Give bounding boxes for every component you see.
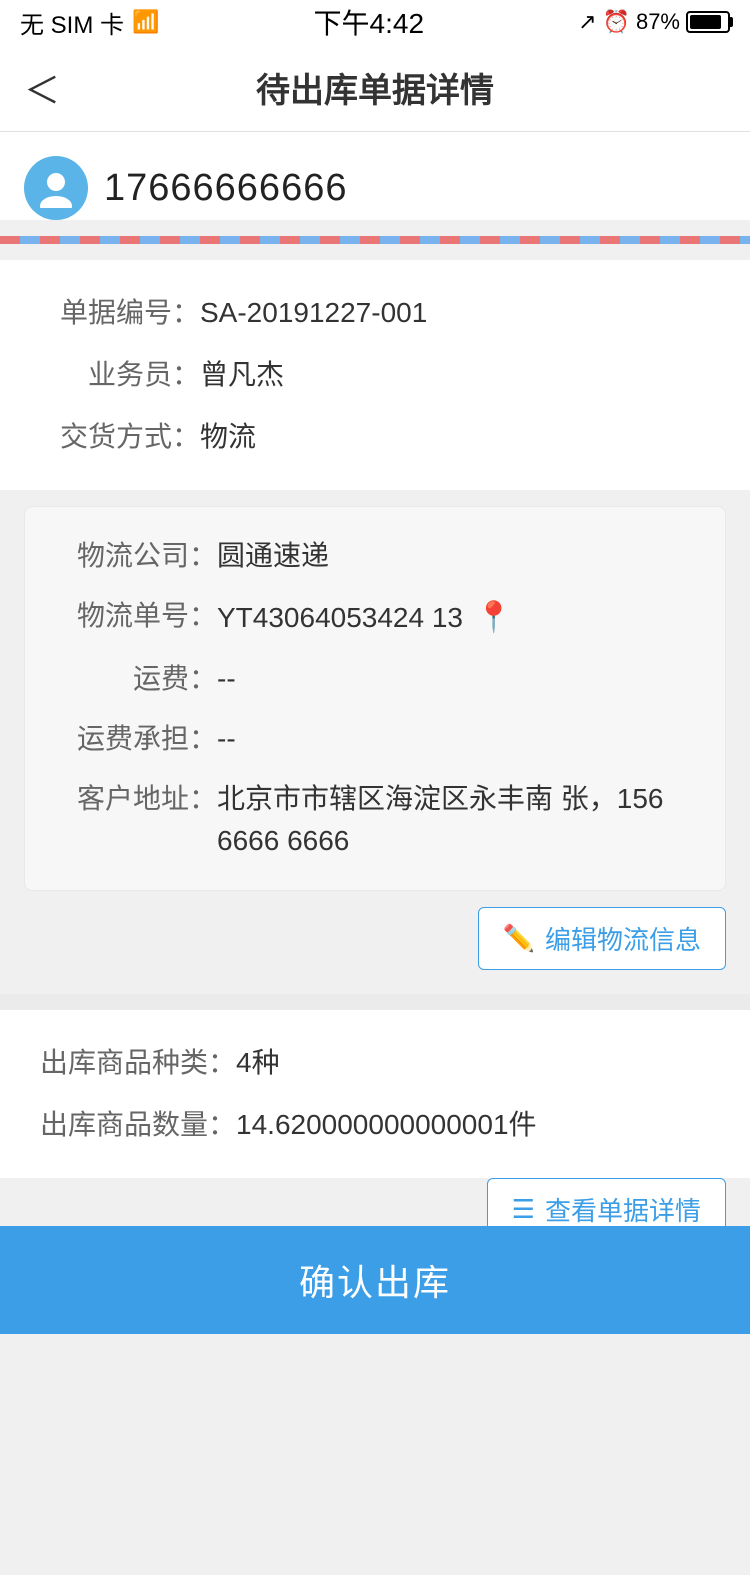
carrier-label: 无 SIM 卡 bbox=[20, 5, 124, 40]
confirm-btn-wrap[interactable]: 确认出库 bbox=[0, 1226, 750, 1334]
order-no-row: 单据编号： SA-20191227-001 bbox=[40, 292, 710, 334]
battery-fill bbox=[690, 15, 721, 29]
salesman-row: 业务员： 曾凡杰 bbox=[40, 354, 710, 396]
alarm-icon: ⏰ bbox=[603, 9, 630, 35]
edit-logistics-button[interactable]: ✏️ 编辑物流信息 bbox=[478, 907, 726, 970]
logistics-freight-row: 运费： -- bbox=[57, 658, 693, 700]
main-content: 17666666666 单据编号： SA-20191227-001 业务员： 曾… bbox=[0, 132, 750, 1575]
edit-logistics-btn-wrap: ✏️ 编辑物流信息 bbox=[0, 907, 750, 994]
delivery-value: 物流 bbox=[200, 416, 710, 458]
time-label: 下午4:42 bbox=[314, 2, 425, 42]
product-type-value: 4种 bbox=[236, 1042, 710, 1084]
logistics-freight-bearer-row: 运费承担： -- bbox=[57, 718, 693, 760]
tracking-number: YT43064053424 13 bbox=[217, 597, 463, 639]
section-divider-1 bbox=[0, 994, 750, 1010]
logistics-address-value: 北京市市辖区海淀区永丰南 张，156 6666 6666 bbox=[217, 778, 693, 862]
logistics-tracking-label: 物流单号： bbox=[57, 595, 217, 637]
avatar bbox=[24, 156, 88, 220]
battery-percent: 87% bbox=[636, 9, 680, 35]
logistics-company-value: 圆通速递 bbox=[217, 535, 693, 577]
delivery-label: 交货方式： bbox=[40, 416, 200, 458]
nav-bar: ＜ 待出库单据详情 bbox=[0, 44, 750, 132]
logistics-company-row: 物流公司： 圆通速递 bbox=[57, 535, 693, 577]
logistics-address-label: 客户地址： bbox=[57, 778, 217, 820]
map-pin-icon[interactable]: 📍 bbox=[475, 595, 512, 640]
product-section: 出库商品种类： 4种 出库商品数量： 14.620000000000001件 bbox=[0, 1010, 750, 1178]
confirm-btn-text: 确认出库 bbox=[299, 1254, 451, 1306]
basic-info-section: 单据编号： SA-20191227-001 业务员： 曾凡杰 交货方式： 物流 bbox=[0, 260, 750, 490]
logistics-address-row: 客户地址： 北京市市辖区海淀区永丰南 张，156 6666 6666 bbox=[57, 778, 693, 862]
status-bar: 无 SIM 卡 📶 下午4:42 ↗ ⏰ 87% bbox=[0, 0, 750, 44]
order-no-label: 单据编号： bbox=[40, 292, 200, 334]
logistics-freight-bearer-value: -- bbox=[217, 718, 693, 760]
wifi-icon: 📶 bbox=[132, 9, 159, 35]
customer-phone: 17666666666 bbox=[104, 167, 347, 210]
status-right: ↗ ⏰ 87% bbox=[578, 9, 730, 35]
location-status-icon: ↗ bbox=[578, 9, 596, 35]
logistics-freight-label: 运费： bbox=[57, 658, 217, 700]
page-title: 待出库单据详情 bbox=[256, 63, 494, 112]
status-left: 无 SIM 卡 📶 bbox=[20, 5, 159, 40]
salesman-value: 曾凡杰 bbox=[200, 354, 710, 396]
logistics-tracking-value: YT43064053424 13 📍 bbox=[217, 595, 693, 640]
salesman-label: 业务员： bbox=[40, 354, 200, 396]
product-quantity-row: 出库商品数量： 14.620000000000001件 bbox=[40, 1104, 710, 1146]
edit-logistics-label: 编辑物流信息 bbox=[545, 920, 701, 957]
user-icon bbox=[36, 168, 76, 208]
product-quantity-value: 14.620000000000001件 bbox=[236, 1104, 710, 1146]
logistics-freight-bearer-label: 运费承担： bbox=[57, 718, 217, 760]
view-details-label: 查看单据详情 bbox=[545, 1191, 701, 1228]
customer-header: 17666666666 bbox=[0, 132, 750, 220]
product-type-row: 出库商品种类： 4种 bbox=[40, 1042, 710, 1084]
dashed-divider bbox=[0, 236, 750, 244]
back-button[interactable]: ＜ bbox=[24, 62, 60, 114]
list-icon: ☰ bbox=[512, 1194, 535, 1225]
logistics-freight-value: -- bbox=[217, 658, 693, 700]
product-quantity-label: 出库商品数量： bbox=[40, 1104, 236, 1146]
edit-icon: ✏️ bbox=[503, 923, 535, 954]
logistics-tracking-row: 物流单号： YT43064053424 13 📍 bbox=[57, 595, 693, 640]
logistics-company-label: 物流公司： bbox=[57, 535, 217, 577]
product-type-label: 出库商品种类： bbox=[40, 1042, 236, 1084]
delivery-row: 交货方式： 物流 bbox=[40, 416, 710, 458]
order-no-value: SA-20191227-001 bbox=[200, 292, 710, 334]
logistics-card: 物流公司： 圆通速递 物流单号： YT43064053424 13 📍 运费： … bbox=[24, 506, 726, 891]
battery-bar bbox=[686, 11, 730, 33]
